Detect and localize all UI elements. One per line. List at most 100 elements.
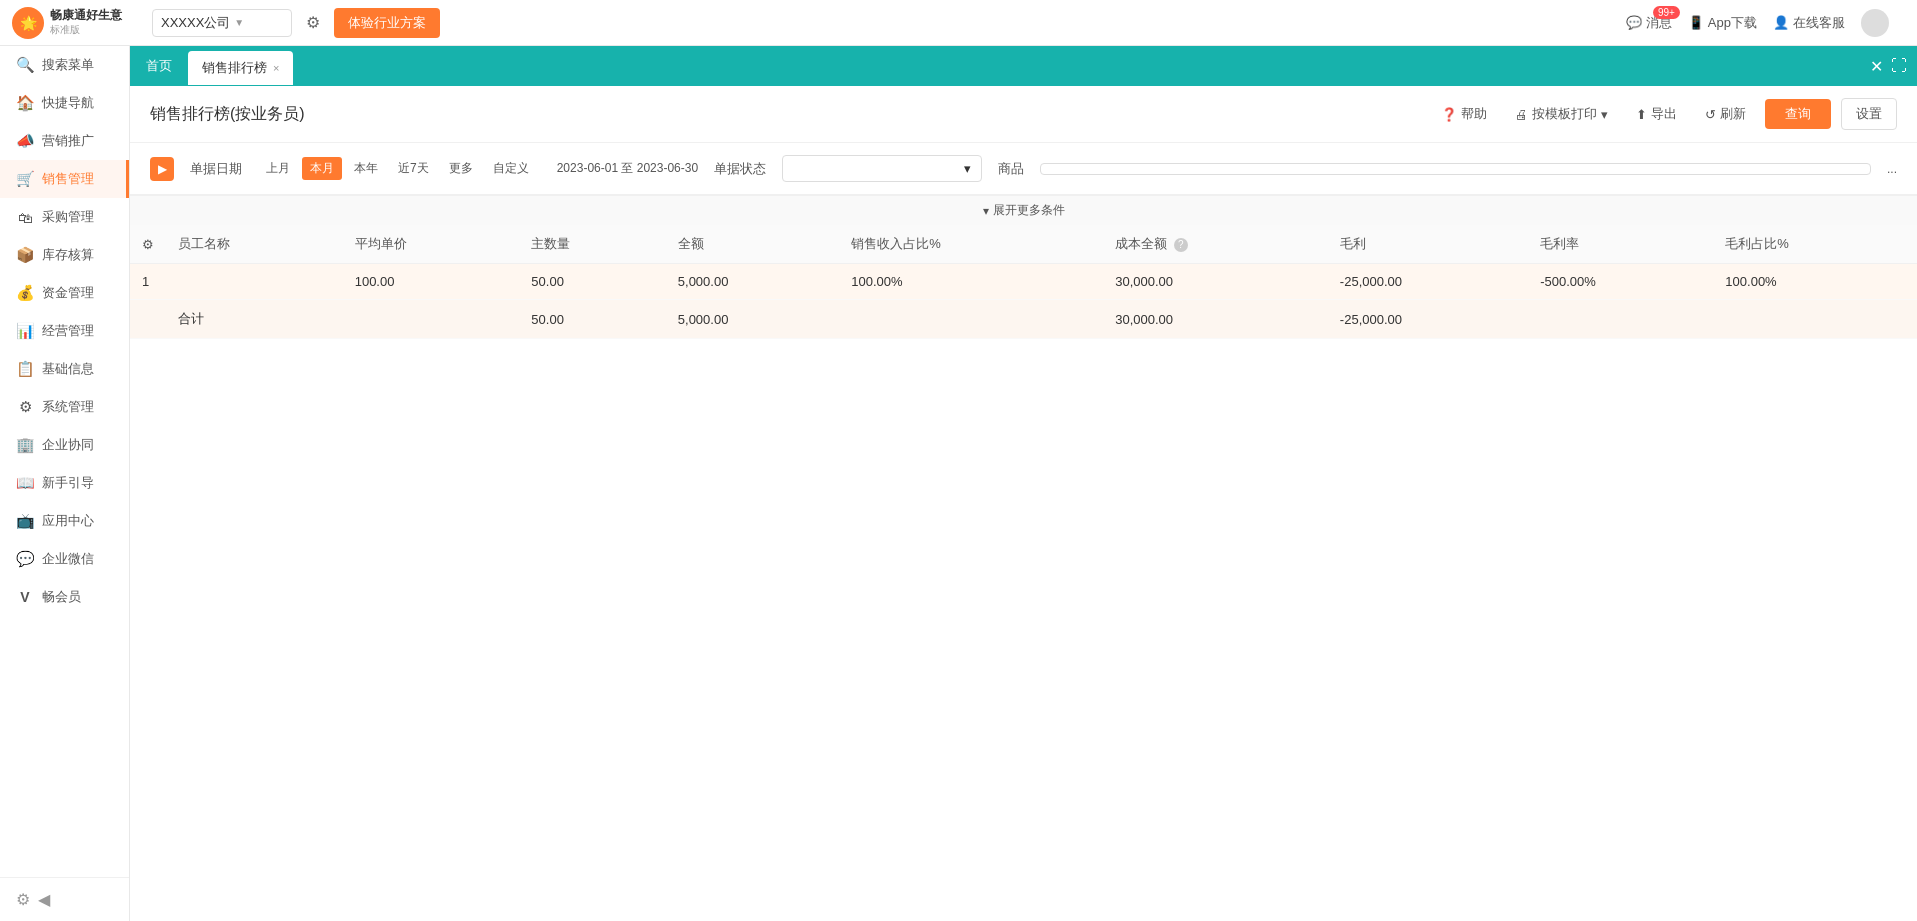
export-button[interactable]: ⬆ 导出 [1627, 100, 1686, 128]
sidebar-item-marketing[interactable]: 📣 营销推广 [0, 122, 129, 160]
th-gross-pct: 毛利占比% [1713, 225, 1917, 264]
date-tab-more[interactable]: 更多 [441, 157, 481, 180]
sidebar-item-basic[interactable]: 📋 基础信息 [0, 350, 129, 388]
content-area: 首页 销售排行榜 × ✕ ⛶ 销售排行榜(按业务员) [130, 46, 1917, 921]
status-select[interactable]: ▾ [782, 155, 982, 182]
sidebar-item-appstore[interactable]: 📺 应用中心 [0, 502, 129, 540]
message-icon: 💬 [1626, 15, 1642, 30]
message-badge: 99+ [1653, 6, 1680, 19]
refresh-button[interactable]: ↺ 刷新 [1696, 100, 1755, 128]
refresh-label: 刷新 [1720, 105, 1746, 123]
app-download-button[interactable]: 📱 App下载 [1688, 14, 1757, 32]
table-container: ⚙ 员工名称 平均单价 主数量 全额 销售收入占比% 成本全额 ? 毛利 毛利率 [130, 225, 1917, 921]
tab-bar: 首页 销售排行榜 × ✕ ⛶ [130, 46, 1917, 86]
th-total: 全额 [666, 225, 839, 264]
sidebar-item-enterprise[interactable]: 🏢 企业协同 [0, 426, 129, 464]
operations-icon: 📊 [16, 322, 34, 340]
search-icon: 🔍 [16, 56, 34, 74]
industry-button[interactable]: 体验行业方案 [334, 8, 440, 38]
filter-area: ▶ 单据日期 上月 本月 本年 近7天 更多 自定义 202 [130, 143, 1917, 195]
sidebar-item-label: 企业微信 [42, 550, 94, 568]
footer-empty-1 [130, 300, 166, 339]
sidebar-item-wechat[interactable]: 💬 企业微信 [0, 540, 129, 578]
tab-home[interactable]: 首页 [130, 46, 188, 86]
cell-gross: -25,000.00 [1328, 264, 1528, 300]
sidebar-item-operations[interactable]: 📊 经营管理 [0, 312, 129, 350]
settings-icon[interactable]: ⚙ [302, 9, 324, 36]
date-tab-7days[interactable]: 近7天 [390, 157, 437, 180]
th-gross-rate: 毛利率 [1528, 225, 1713, 264]
sidebar-item-member[interactable]: V 畅会员 [0, 578, 129, 616]
goods-input[interactable] [1040, 163, 1871, 175]
online-service-button[interactable]: 👤 在线客服 [1773, 14, 1845, 32]
page-title: 销售排行榜(按业务员) [150, 104, 305, 125]
sidebar-item-guide[interactable]: 📖 新手引导 [0, 464, 129, 502]
date-tab-this-year[interactable]: 本年 [346, 157, 386, 180]
footer-revenue-pct [839, 300, 1103, 339]
date-tab-custom[interactable]: 自定义 [485, 157, 537, 180]
tab-expand-icon[interactable]: ⛶ [1891, 57, 1907, 75]
tab-close-window-icon[interactable]: ✕ [1870, 57, 1883, 76]
avatar[interactable] [1861, 9, 1889, 37]
refresh-icon: ↺ [1705, 107, 1716, 122]
company-name: XXXXX公司 [161, 14, 230, 32]
message-button[interactable]: 💬 消息 99+ [1626, 14, 1672, 32]
date-tab-this-month[interactable]: 本月 [302, 157, 342, 180]
brand-name: 畅康通好生意 [50, 8, 122, 22]
help-icon: ❓ [1441, 107, 1457, 122]
settings-button[interactable]: 设置 [1841, 98, 1897, 130]
enterprise-icon: 🏢 [16, 436, 34, 454]
footer-gross-pct [1713, 300, 1917, 339]
chevron-down-icon: ▼ [234, 17, 244, 28]
help-button[interactable]: ❓ 帮助 [1432, 100, 1496, 128]
tab-sales-ranking[interactable]: 销售排行榜 × [188, 51, 293, 85]
th-employee-name: 员工名称 [166, 225, 343, 264]
sidebar-item-label: 快捷导航 [42, 94, 94, 112]
settings-bottom-icon[interactable]: ⚙ [16, 890, 30, 909]
table-header-row: ⚙ 员工名称 平均单价 主数量 全额 销售收入占比% 成本全额 ? 毛利 毛利率 [130, 225, 1917, 264]
cost-info-icon[interactable]: ? [1174, 238, 1188, 252]
page-header-actions: ❓ 帮助 🖨 按模板打印 ▾ ⬆ 导出 [1432, 98, 1897, 130]
sidebar-item-purchase[interactable]: 🛍 采购管理 [0, 198, 129, 236]
date-range-display: 2023-06-01 至 2023-06-30 [557, 160, 698, 177]
expand-label: 展开更多条件 [993, 202, 1065, 219]
top-right-area: 💬 消息 99+ 📱 App下载 👤 在线客服 [1626, 9, 1905, 37]
basic-icon: 📋 [16, 360, 34, 378]
brand-logo-area: 🌟 畅康通好生意 标准版 [12, 7, 142, 39]
sidebar-item-search[interactable]: 🔍 搜索菜单 [0, 46, 129, 84]
sidebar-item-label: 应用中心 [42, 512, 94, 530]
expand-more-bar[interactable]: ▾ 展开更多条件 [130, 195, 1917, 225]
tab-close-icon[interactable]: × [273, 62, 279, 74]
query-button[interactable]: 查询 [1765, 99, 1831, 129]
sidebar-item-quick-nav[interactable]: 🏠 快捷导航 [0, 84, 129, 122]
filter-collapse-button[interactable]: ▶ [150, 157, 174, 181]
app-label: App下载 [1708, 14, 1757, 32]
sales-icon: 🛒 [16, 170, 34, 188]
export-label: 导出 [1651, 105, 1677, 123]
more-filter-link[interactable]: ... [1887, 162, 1897, 176]
sidebar-item-label: 搜索菜单 [42, 56, 94, 74]
cell-revenue-pct: 100.00% [839, 264, 1103, 300]
sidebar-item-finance[interactable]: 💰 资金管理 [0, 274, 129, 312]
tab-bar-right: ✕ ⛶ [1870, 57, 1917, 76]
sidebar-item-label: 采购管理 [42, 208, 94, 226]
date-tab-last-month[interactable]: 上月 [258, 157, 298, 180]
footer-main-qty: 50.00 [519, 300, 665, 339]
print-label: 按模板打印 [1532, 105, 1597, 123]
company-selector[interactable]: XXXXX公司 ▼ [152, 9, 292, 37]
goods-filter-label: 商品 [998, 160, 1024, 178]
print-button[interactable]: 🖨 按模板打印 ▾ [1506, 100, 1617, 128]
footer-total: 5,000.00 [666, 300, 839, 339]
sidebar-item-label: 经营管理 [42, 322, 94, 340]
sidebar-item-inventory[interactable]: 📦 库存核算 [0, 236, 129, 274]
collapse-icon[interactable]: ◀ [38, 890, 50, 909]
sidebar-item-sales[interactable]: 🛒 销售管理 [0, 160, 129, 198]
print-icon: 🖨 [1515, 107, 1528, 122]
sidebar-item-label: 销售管理 [42, 170, 94, 188]
th-cost: 成本全额 ? [1103, 225, 1328, 264]
th-settings[interactable]: ⚙ [130, 225, 166, 264]
sidebar-item-system[interactable]: ⚙ 系统管理 [0, 388, 129, 426]
data-table: ⚙ 员工名称 平均单价 主数量 全额 销售收入占比% 成本全额 ? 毛利 毛利率 [130, 225, 1917, 339]
brand-text: 畅康通好生意 标准版 [50, 8, 122, 36]
status-filter-label: 单据状态 [714, 160, 766, 178]
